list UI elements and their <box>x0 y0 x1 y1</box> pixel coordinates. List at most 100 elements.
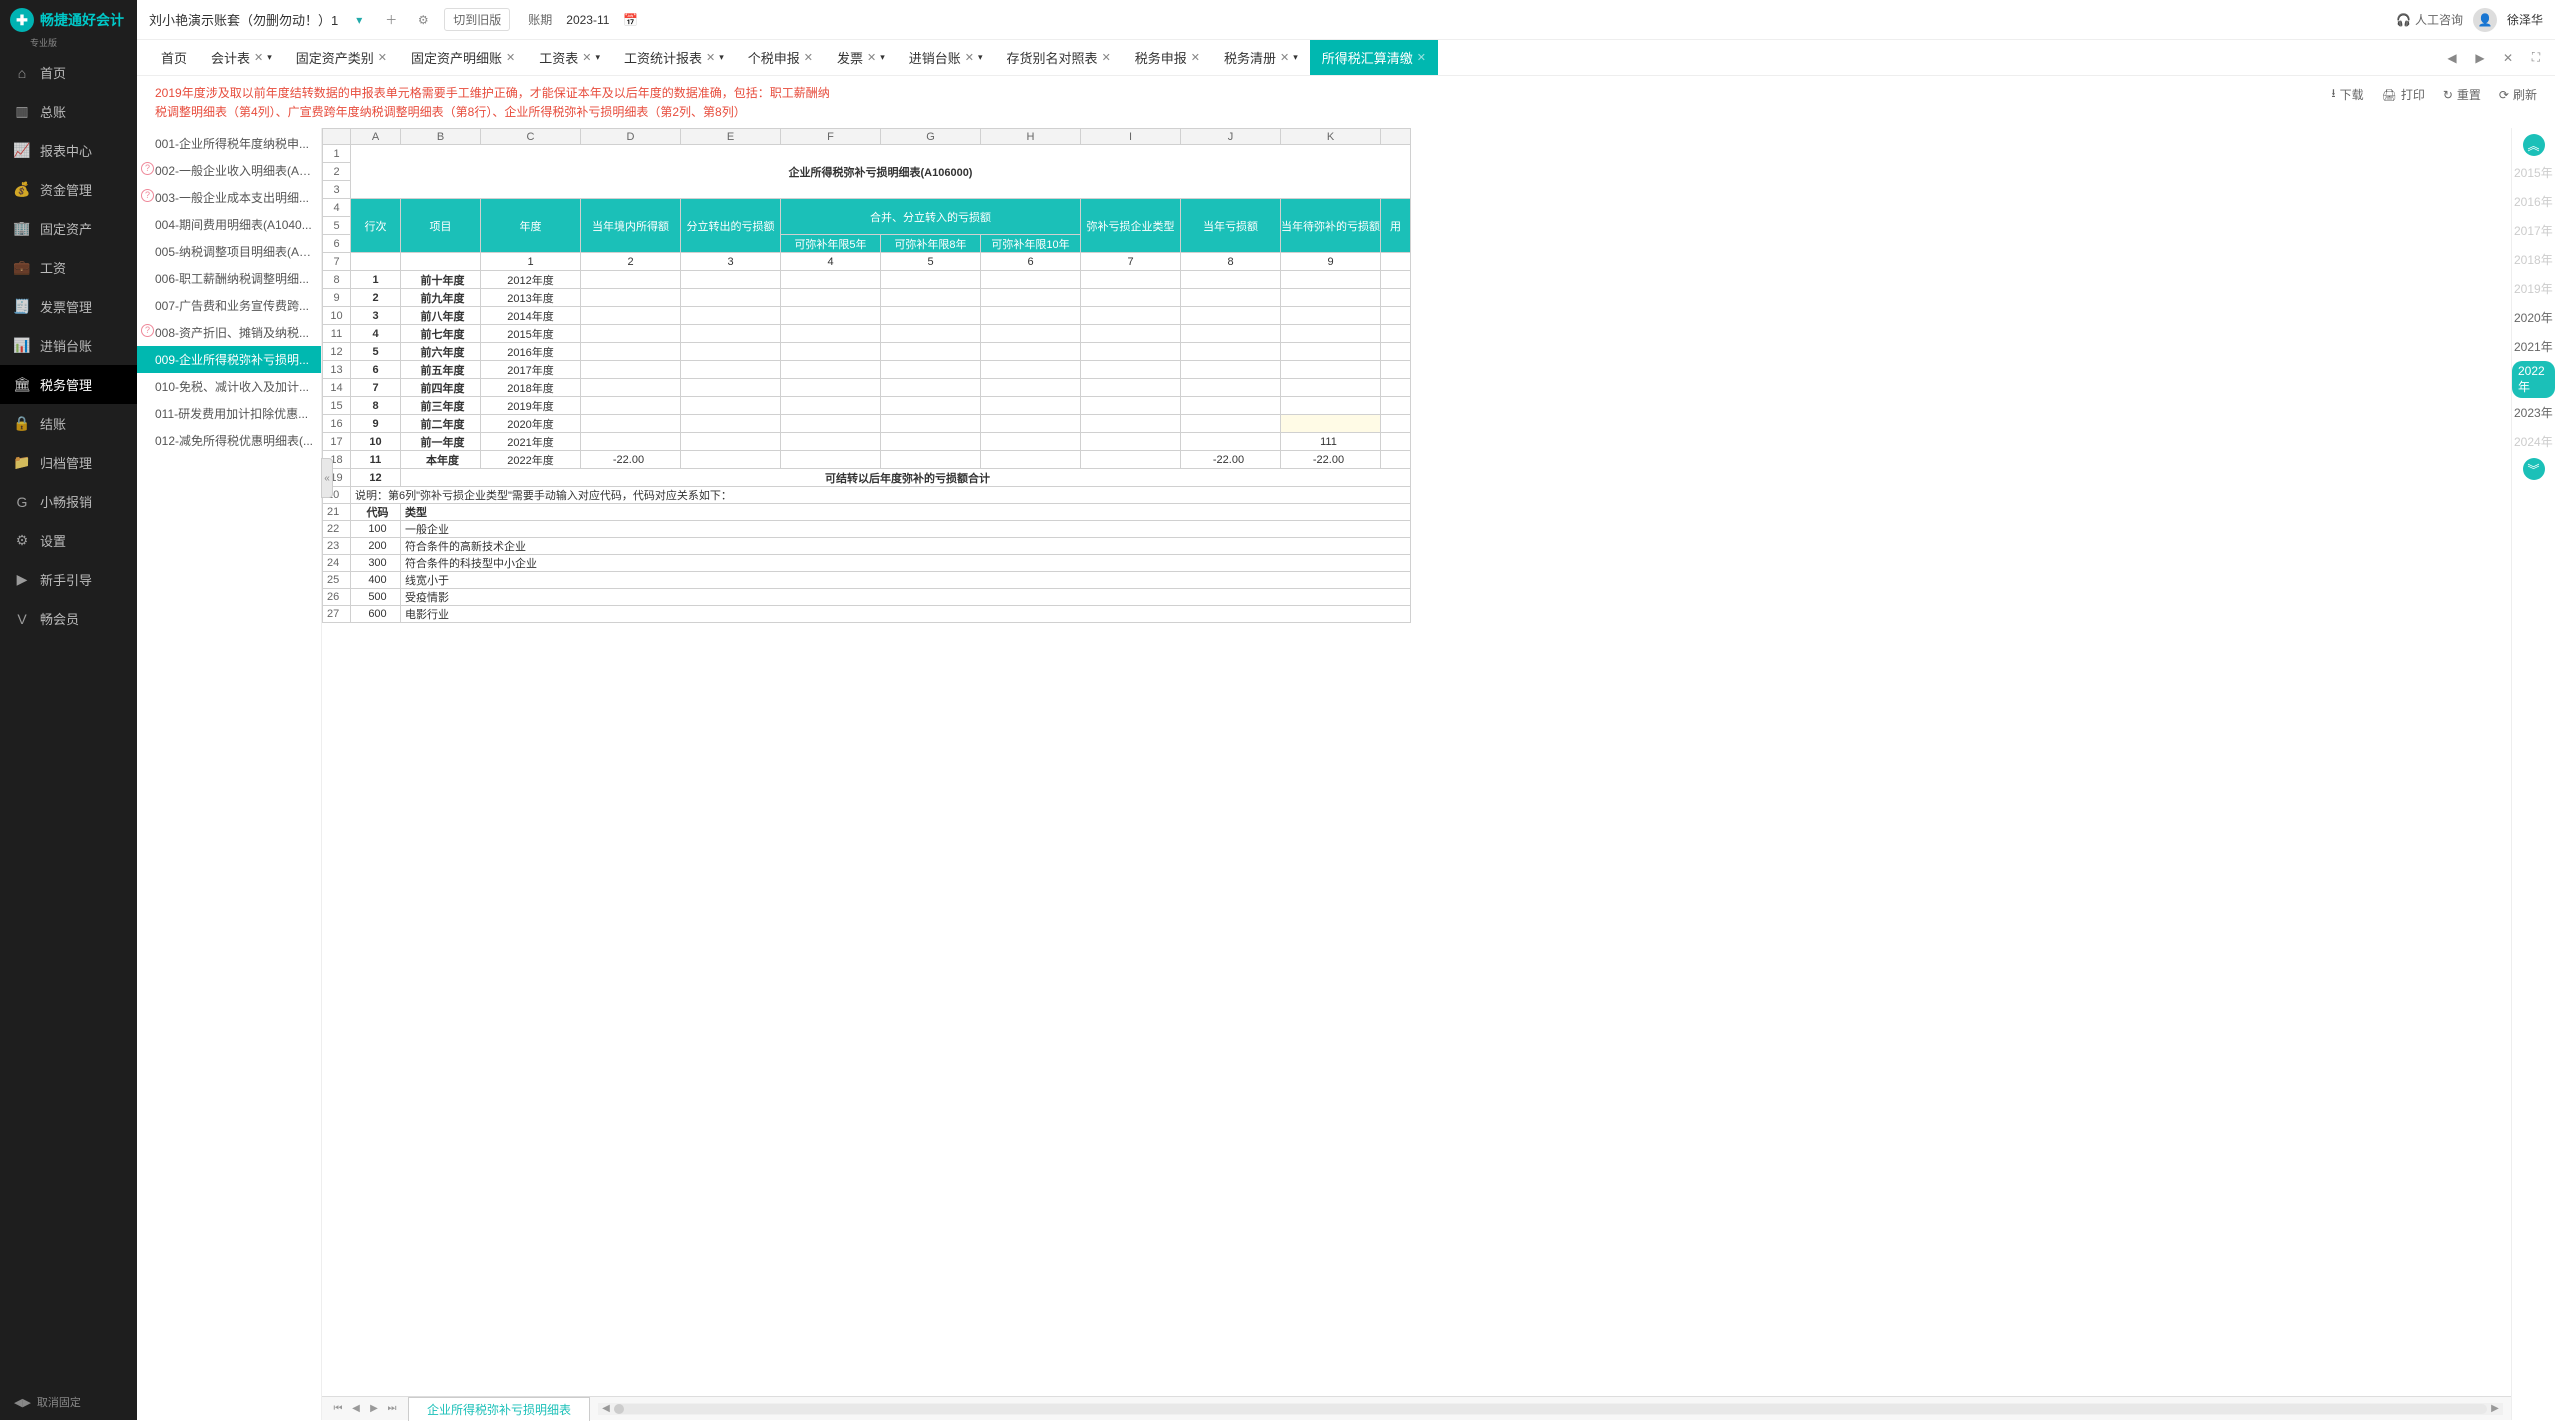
fullscreen-icon[interactable]: ⛶ <box>2525 47 2547 69</box>
cell[interactable] <box>1181 343 1281 361</box>
tree-item[interactable]: 011-研发费用加计扣除优惠... <box>137 400 321 427</box>
cell[interactable] <box>401 253 481 271</box>
year-item[interactable]: 2020年 <box>2512 303 2555 332</box>
cell[interactable] <box>1281 325 1381 343</box>
tab[interactable]: 税务清册✕▾ <box>1212 40 1310 75</box>
cell[interactable] <box>981 433 1081 451</box>
download-button[interactable]: ⭳下载 <box>2331 84 2363 105</box>
close-icon[interactable]: ✕ <box>582 51 591 64</box>
cell[interactable]: 600 <box>351 606 401 623</box>
consult-button[interactable]: 🎧 人工咨询 <box>2396 11 2463 28</box>
row-header[interactable]: 17 <box>323 433 351 451</box>
cell[interactable]: 代码 <box>351 504 401 521</box>
tree-item[interactable]: 005-纳税调整项目明细表(A1... <box>137 238 321 265</box>
sidebar-item-asset[interactable]: 🏢固定资产 <box>0 209 137 248</box>
cell[interactable]: 9 <box>351 415 401 433</box>
cell[interactable] <box>1181 379 1281 397</box>
sheet-prev-icon[interactable]: ◀ <box>348 1401 364 1417</box>
sidebar-item-expense[interactable]: G小畅报销 <box>0 482 137 521</box>
cell[interactable] <box>581 307 681 325</box>
cell[interactable] <box>681 379 781 397</box>
cell[interactable]: 2 <box>581 253 681 271</box>
cell[interactable]: 2016年度 <box>481 343 581 361</box>
cell[interactable]: 符合条件的高新技术企业 <box>401 538 1411 555</box>
cell[interactable]: 11 <box>351 451 401 469</box>
period-value[interactable]: 2023-11 <box>566 13 609 27</box>
cell[interactable]: 2013年度 <box>481 289 581 307</box>
close-icon[interactable]: ✕ <box>1280 51 1289 64</box>
row-header[interactable]: 21 <box>323 504 351 521</box>
cell[interactable] <box>781 451 881 469</box>
cell[interactable] <box>981 451 1081 469</box>
col-header[interactable]: K <box>1281 129 1381 145</box>
cell[interactable] <box>781 325 881 343</box>
cell[interactable]: 8 <box>351 397 401 415</box>
hscroll-left-icon[interactable]: ◀ <box>598 1401 614 1417</box>
cell[interactable] <box>981 397 1081 415</box>
cell[interactable] <box>581 271 681 289</box>
close-icon[interactable]: ✕ <box>1191 51 1200 64</box>
cell[interactable] <box>681 343 781 361</box>
cell[interactable] <box>1281 289 1381 307</box>
year-item[interactable]: 2021年 <box>2512 332 2555 361</box>
tree-item[interactable]: 012-减免所得税优惠明细表(... <box>137 427 321 454</box>
avatar[interactable]: 👤 <box>2473 8 2497 32</box>
tab[interactable]: 工资表✕▾ <box>527 40 612 75</box>
cell[interactable] <box>1281 307 1381 325</box>
close-icon[interactable]: ✕ <box>1417 51 1426 64</box>
close-icon[interactable]: ✕ <box>965 51 974 64</box>
sidebar-item-salary[interactable]: 💼工资 <box>0 248 137 287</box>
cell[interactable] <box>1081 325 1181 343</box>
row-header[interactable]: 16 <box>323 415 351 433</box>
cell[interactable] <box>1281 271 1381 289</box>
row-header[interactable]: 27 <box>323 606 351 623</box>
tab[interactable]: 固定资产类别✕ <box>284 40 399 75</box>
close-icon[interactable]: ✕ <box>867 51 876 64</box>
year-item[interactable]: 2023年 <box>2512 398 2555 427</box>
tab[interactable]: 工资统计报表✕▾ <box>612 40 736 75</box>
cell[interactable] <box>981 325 1081 343</box>
cell[interactable] <box>1281 343 1381 361</box>
sidebar-item-invoice[interactable]: 🧾发票管理 <box>0 287 137 326</box>
calendar-icon[interactable]: 📅 <box>619 9 641 31</box>
sidebar-item-vip[interactable]: V畅会员 <box>0 599 137 638</box>
cell[interactable]: 本年度 <box>401 451 481 469</box>
sidebar-item-setting[interactable]: ⚙设置 <box>0 521 137 560</box>
company-selector[interactable]: 刘小艳演示账套（勿删勿动！）1 <box>149 10 338 29</box>
cell[interactable] <box>1381 451 1411 469</box>
close-icon[interactable]: ✕ <box>378 51 387 64</box>
cell[interactable] <box>1381 307 1411 325</box>
sheet-last-icon[interactable]: ⏭ <box>384 1401 400 1417</box>
cell[interactable] <box>981 307 1081 325</box>
close-icon[interactable]: ✕ <box>506 51 515 64</box>
cell[interactable]: -22.00 <box>1181 451 1281 469</box>
cell[interactable] <box>1081 271 1181 289</box>
cell[interactable]: 9 <box>1281 253 1381 271</box>
cell[interactable] <box>351 253 401 271</box>
cell[interactable]: 12 <box>351 469 401 487</box>
cell[interactable] <box>781 289 881 307</box>
cell[interactable]: 1 <box>351 271 401 289</box>
cell[interactable] <box>581 433 681 451</box>
cell[interactable]: 100 <box>351 521 401 538</box>
cell[interactable] <box>681 361 781 379</box>
cell[interactable] <box>881 325 981 343</box>
cell[interactable] <box>1281 397 1381 415</box>
sheet-tab[interactable]: 企业所得税弥补亏损明细表 <box>408 1397 590 1421</box>
cell[interactable] <box>1081 397 1181 415</box>
row-header[interactable]: 25 <box>323 572 351 589</box>
cell[interactable] <box>581 289 681 307</box>
cell[interactable] <box>881 451 981 469</box>
tree-item[interactable]: 002-一般企业收入明细表(A10... <box>137 157 321 184</box>
cell[interactable] <box>1181 397 1281 415</box>
tree-collapse-handle[interactable]: « <box>321 458 333 498</box>
cell[interactable]: 400 <box>351 572 401 589</box>
tab[interactable]: 个税申报✕ <box>736 40 825 75</box>
cell[interactable]: 3 <box>351 307 401 325</box>
cell[interactable]: 2 <box>351 289 401 307</box>
cell[interactable] <box>1081 343 1181 361</box>
tree-item[interactable]: 001-企业所得税年度纳税申... <box>137 130 321 157</box>
cell[interactable]: 2018年度 <box>481 379 581 397</box>
cell[interactable]: 符合条件的科技型中小企业 <box>401 555 1411 572</box>
cell[interactable] <box>1181 307 1281 325</box>
